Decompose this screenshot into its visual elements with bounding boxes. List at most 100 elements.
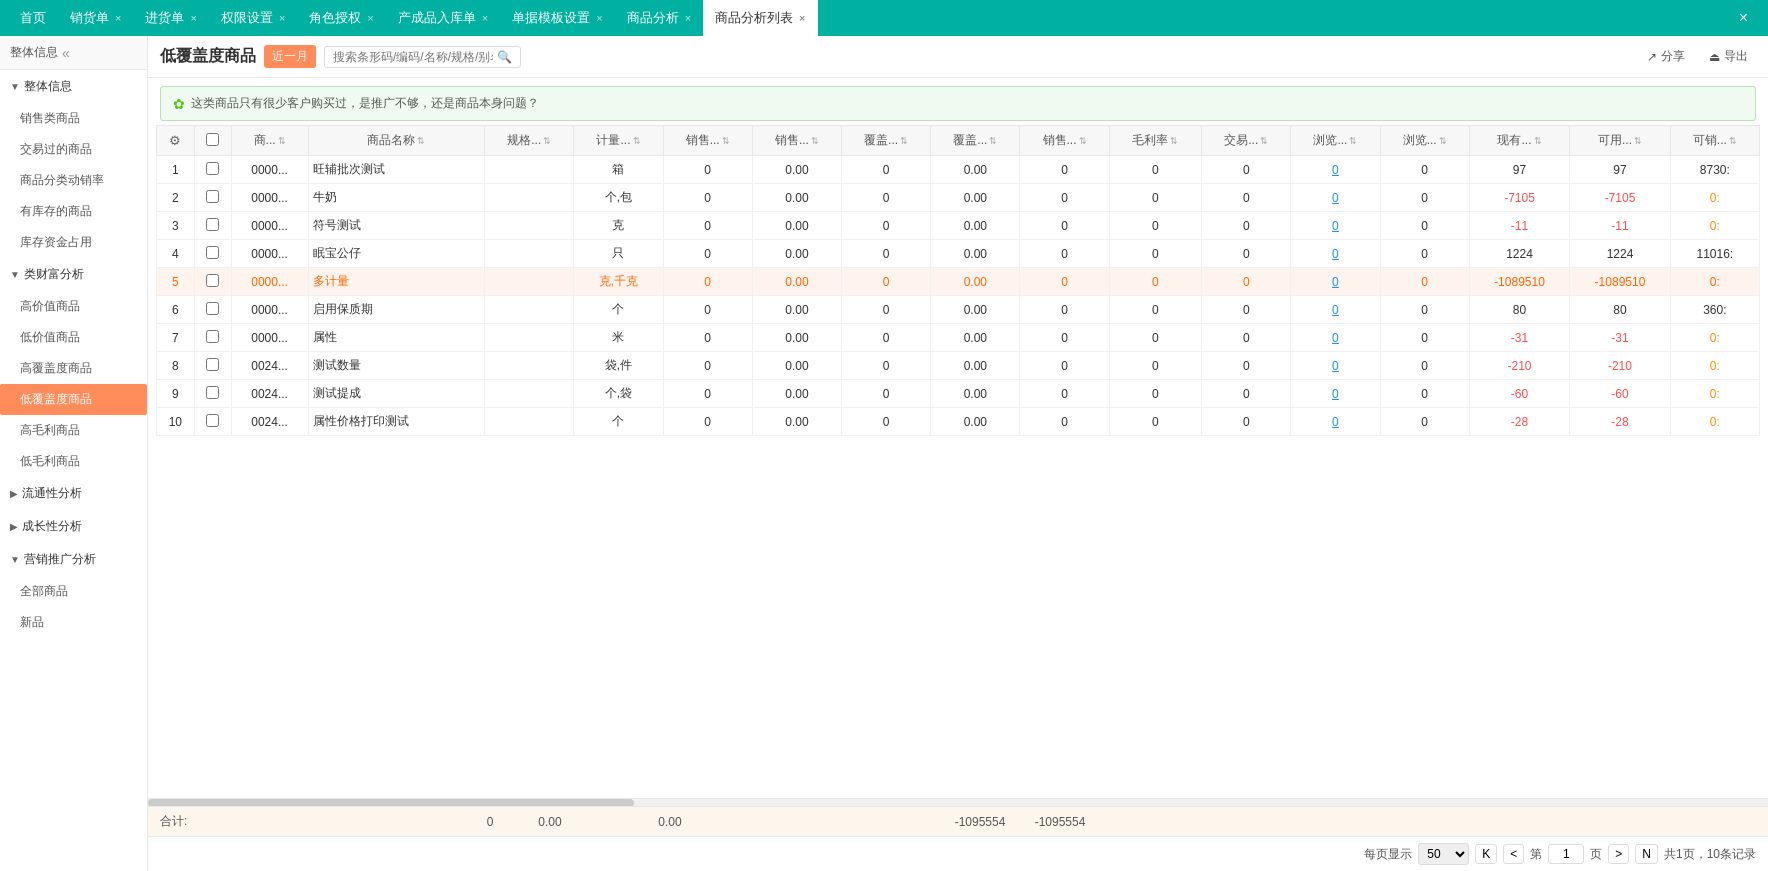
cell-browse1[interactable]: 0 (1291, 184, 1380, 212)
col-code[interactable]: 商...⇅ (231, 126, 308, 156)
row-checkbox-7[interactable] (206, 358, 219, 371)
nav-close-product-analysis-list[interactable]: × (799, 12, 805, 24)
cell-checkbox[interactable] (194, 352, 231, 380)
nav-product-analysis[interactable]: 商品分析 × (615, 0, 703, 36)
sidebar-item-low-margin[interactable]: 低毛利商品 (0, 446, 147, 477)
sidebar-item-high-value[interactable]: 高价值商品 (0, 291, 147, 322)
sidebar-item-category-turnover[interactable]: 商品分类动销率 (0, 165, 147, 196)
row-checkbox-3[interactable] (206, 246, 219, 259)
sidebar-section-liquidity[interactable]: ▶ 流通性分析 (0, 477, 147, 510)
nav-template-settings[interactable]: 单据模板设置 × (500, 0, 614, 36)
browse1-link[interactable]: 0 (1332, 191, 1339, 205)
nav-close-role-auth[interactable]: × (367, 12, 373, 24)
browse1-link[interactable]: 0 (1332, 331, 1339, 345)
nav-product-inbound[interactable]: 产成品入库单 × (386, 0, 500, 36)
sidebar-collapse-toggle[interactable]: 整体信息 « (0, 36, 147, 70)
col-browse2[interactable]: 浏览...⇅ (1380, 126, 1469, 156)
cell-browse1[interactable]: 0 (1291, 212, 1380, 240)
nav-purchase-order[interactable]: 进货单 × (133, 0, 208, 36)
browse1-link[interactable]: 0 (1332, 415, 1339, 429)
col-browse1[interactable]: 浏览...⇅ (1291, 126, 1380, 156)
nav-close-permissions[interactable]: × (279, 12, 285, 24)
browse1-link[interactable]: 0 (1332, 219, 1339, 233)
cell-browse1[interactable]: 0 (1291, 296, 1380, 324)
nav-close-template[interactable]: × (596, 12, 602, 24)
cell-browse1[interactable]: 0 (1291, 156, 1380, 184)
search-box[interactable]: 🔍 (324, 46, 521, 68)
page-number-input[interactable] (1548, 844, 1584, 864)
cell-browse1[interactable]: 0 (1291, 268, 1380, 296)
row-checkbox-8[interactable] (206, 386, 219, 399)
browse1-link[interactable]: 0 (1332, 275, 1339, 289)
sidebar-item-high-margin[interactable]: 高毛利商品 (0, 415, 147, 446)
row-checkbox-5[interactable] (206, 302, 219, 315)
col-current-stock[interactable]: 现有...⇅ (1469, 126, 1569, 156)
col-gear[interactable]: ⚙ (157, 126, 195, 156)
cell-browse1[interactable]: 0 (1291, 352, 1380, 380)
col-sellable[interactable]: 可销...⇅ (1670, 126, 1759, 156)
col-sales-amt[interactable]: 销售...⇅ (752, 126, 841, 156)
col-trade[interactable]: 交易...⇅ (1202, 126, 1291, 156)
nav-permissions[interactable]: 权限设置 × (209, 0, 297, 36)
cell-checkbox[interactable] (194, 324, 231, 352)
nav-product-analysis-list[interactable]: 商品分析列表 × (703, 0, 817, 36)
sidebar-item-sales-goods[interactable]: 销售类商品 (0, 103, 147, 134)
sidebar-item-low-value[interactable]: 低价值商品 (0, 322, 147, 353)
row-checkbox-1[interactable] (206, 190, 219, 203)
col-coverage2[interactable]: 覆盖...⇅ (931, 126, 1020, 156)
col-sales-days[interactable]: 销售...⇅ (1020, 126, 1109, 156)
nav-sales-order[interactable]: 销货单 × (58, 0, 133, 36)
cell-checkbox[interactable] (194, 240, 231, 268)
sidebar-item-all-goods[interactable]: 全部商品 (0, 576, 147, 607)
col-sales-qty[interactable]: 销售...⇅ (663, 126, 752, 156)
col-spec[interactable]: 规格...⇅ (485, 126, 574, 156)
share-button[interactable]: ↗ 分享 (1639, 44, 1693, 69)
browse1-link[interactable]: 0 (1332, 163, 1339, 177)
cell-checkbox[interactable] (194, 212, 231, 240)
first-page-button[interactable]: K (1475, 844, 1497, 864)
next-page-button[interactable]: > (1608, 844, 1629, 864)
window-close-button[interactable]: × (1727, 9, 1760, 27)
cell-checkbox[interactable] (194, 380, 231, 408)
export-button[interactable]: ⏏ 导出 (1701, 44, 1756, 69)
cell-checkbox[interactable] (194, 296, 231, 324)
col-gross-margin[interactable]: 毛利率⇅ (1109, 126, 1202, 156)
browse1-link[interactable]: 0 (1332, 247, 1339, 261)
cell-browse1[interactable]: 0 (1291, 408, 1380, 436)
browse1-link[interactable]: 0 (1332, 359, 1339, 373)
sidebar-item-low-coverage[interactable]: 低覆盖度商品 (0, 384, 147, 415)
col-available-stock[interactable]: 可用...⇅ (1570, 126, 1670, 156)
page-size-select[interactable]: 50 20 100 (1418, 843, 1469, 865)
sidebar-item-traded-goods[interactable]: 交易过的商品 (0, 134, 147, 165)
prev-page-button[interactable]: < (1503, 844, 1524, 864)
time-filter-button[interactable]: 近一月 (264, 45, 316, 68)
sidebar-item-inventory-capital[interactable]: 库存资金占用 (0, 227, 147, 258)
nav-home[interactable]: 首页 (8, 0, 58, 36)
sidebar-item-high-coverage[interactable]: 高覆盖度商品 (0, 353, 147, 384)
sidebar-item-new-goods[interactable]: 新品 (0, 607, 147, 638)
browse1-link[interactable]: 0 (1332, 303, 1339, 317)
cell-browse1[interactable]: 0 (1291, 240, 1380, 268)
nav-close-product-analysis[interactable]: × (685, 12, 691, 24)
col-unit[interactable]: 计量...⇅ (574, 126, 663, 156)
sidebar-item-stocked-goods[interactable]: 有库存的商品 (0, 196, 147, 227)
row-checkbox-0[interactable] (206, 162, 219, 175)
cell-checkbox[interactable] (194, 156, 231, 184)
col-checkbox[interactable] (194, 126, 231, 156)
row-checkbox-9[interactable] (206, 414, 219, 427)
col-coverage1[interactable]: 覆盖...⇅ (842, 126, 931, 156)
browse1-link[interactable]: 0 (1332, 387, 1339, 401)
nav-close-sales-order[interactable]: × (115, 12, 121, 24)
cell-checkbox[interactable] (194, 184, 231, 212)
settings-icon[interactable]: ⚙ (169, 133, 181, 148)
sidebar-section-growth[interactable]: ▶ 成长性分析 (0, 510, 147, 543)
last-page-button[interactable]: N (1635, 844, 1658, 864)
select-all-checkbox[interactable] (206, 133, 219, 146)
nav-close-purchase-order[interactable]: × (190, 12, 196, 24)
horizontal-scrollbar[interactable] (148, 798, 1768, 806)
row-checkbox-2[interactable] (206, 218, 219, 231)
cell-checkbox[interactable] (194, 268, 231, 296)
nav-role-auth[interactable]: 角色授权 × (297, 0, 385, 36)
sidebar-section-wealth[interactable]: ▼ 类财富分析 (0, 258, 147, 291)
sidebar-section-overall[interactable]: ▼ 整体信息 (0, 70, 147, 103)
